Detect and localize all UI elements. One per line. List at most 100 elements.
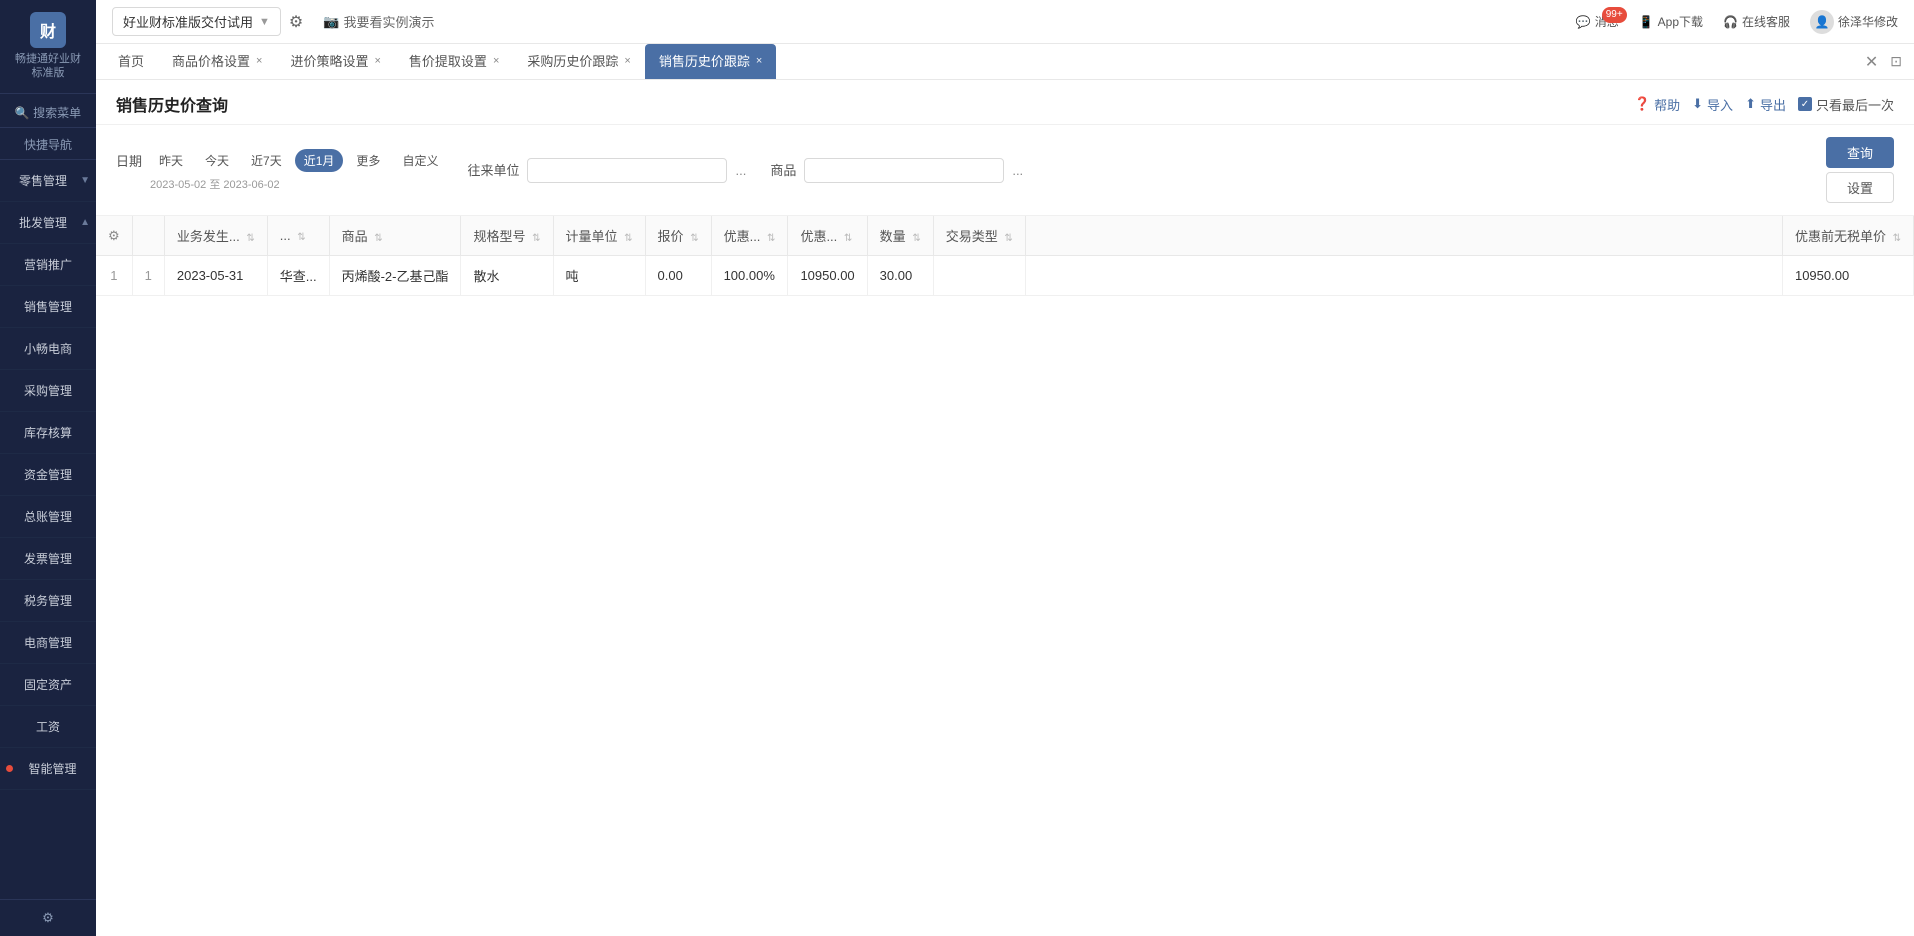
date-btn-1month[interactable]: 近1月 <box>295 149 344 172</box>
tab-home[interactable]: 首页 <box>104 44 158 79</box>
sidebar-logo: 财 畅捷通好业财 标准版 <box>0 0 96 94</box>
tab-purchase-strategy[interactable]: 进价策略设置 × <box>276 44 394 79</box>
row-trade-type <box>933 256 1025 296</box>
col-trade-type[interactable]: 交易类型 ⇅ <box>933 216 1025 256</box>
messages-button[interactable]: 💬 消息 99+ <box>1576 13 1619 30</box>
sidebar-settings-button[interactable]: ⚙ <box>0 899 96 936</box>
help-link[interactable]: ❓ 帮助 <box>1634 95 1680 114</box>
date-btn-7days[interactable]: 近7天 <box>242 149 291 172</box>
col-qty[interactable]: 数量 ⇅ <box>867 216 933 256</box>
date-range-text: 2023-05-02 至 2023-06-02 <box>150 176 447 192</box>
product-dots[interactable]: ... <box>1008 161 1027 180</box>
sidebar-item-purchase[interactable]: 采购管理 <box>0 370 96 412</box>
only-last-checkbox[interactable]: ✓ <box>1798 97 1812 111</box>
row-seq: 1 <box>132 256 164 296</box>
sidebar-item-payroll[interactable]: 工资 <box>0 706 96 748</box>
sidebar-quick-nav[interactable]: 快捷导航 <box>0 128 96 160</box>
query-button[interactable]: 查询 <box>1826 137 1894 168</box>
sort-icon: ⇅ <box>532 233 540 244</box>
date-btn-more[interactable]: 更多 <box>347 149 389 172</box>
logo-icon: 财 <box>30 12 66 48</box>
filter-bar: 日期 昨天 今天 近7天 近1月 更多 自定义 2023-05-02 至 202… <box>96 125 1914 216</box>
sidebar-item-inventory[interactable]: 库存核算 <box>0 412 96 454</box>
sidebar-item-ecommerce[interactable]: 电商管理 <box>0 622 96 664</box>
product-input-group: ... <box>804 158 1027 183</box>
user-profile-button[interactable]: 👤 徐泽华修改 <box>1810 10 1898 34</box>
col-product[interactable]: 商品 ⇅ <box>329 216 461 256</box>
date-btn-yesterday[interactable]: 昨天 <box>150 149 192 172</box>
tab-price-settings[interactable]: 商品价格设置 × <box>158 44 276 79</box>
col-unit[interactable]: 计量单位 ⇅ <box>553 216 645 256</box>
tab-purchase-strategy-close[interactable]: × <box>374 55 380 67</box>
sort-icon: ⇅ <box>297 232 305 243</box>
sidebar-item-retail[interactable]: 零售管理 ▼ <box>0 160 96 202</box>
date-filter-group: 日期 昨天 今天 近7天 近1月 更多 自定义 2023-05-02 至 202… <box>116 149 447 192</box>
sidebar-item-invoice[interactable]: 发票管理 <box>0 538 96 580</box>
table-body: 1 1 2023-05-31 华查... 丙烯酸-2-乙基己酯 散水 吨 0.0… <box>96 256 1914 296</box>
sidebar-item-tax[interactable]: 税务管理 <box>0 580 96 622</box>
col-extra[interactable]: ... ⇅ <box>267 216 329 256</box>
col-spec[interactable]: 规格型号 ⇅ <box>461 216 553 256</box>
tab-sales-history-close[interactable]: × <box>756 55 762 67</box>
date-buttons: 昨天 今天 近7天 近1月 更多 自定义 <box>150 149 447 172</box>
help-icon: ❓ <box>1634 96 1650 112</box>
export-icon: ⬆ <box>1745 96 1756 112</box>
table-row: 1 1 2023-05-31 华查... 丙烯酸-2-乙基己酯 散水 吨 0.0… <box>96 256 1914 296</box>
sort-icon: ⇅ <box>374 233 382 244</box>
col-seq <box>132 216 164 256</box>
sort-icon: ⇅ <box>690 233 698 244</box>
col-discount2[interactable]: 优惠... ⇅ <box>788 216 867 256</box>
module-selector[interactable]: 好业财标准版交付试用 ▼ <box>112 7 281 36</box>
source-unit-input[interactable] <box>527 158 727 183</box>
topbar-demo-link[interactable]: 📷 我要看实例演示 <box>323 12 434 31</box>
table-gear-icon[interactable]: ⚙ <box>108 228 120 243</box>
col-biz-date[interactable]: 业务发生... ⇅ <box>164 216 267 256</box>
row-spacer <box>1025 256 1782 296</box>
export-link[interactable]: ⬆ 导出 <box>1745 95 1786 114</box>
sidebar-item-ecommerce-small[interactable]: 小畅电商 <box>0 328 96 370</box>
sidebar-item-smart[interactable]: 智能管理 <box>0 748 96 790</box>
tab-purchase-history[interactable]: 采购历史价跟踪 × <box>513 44 644 79</box>
online-service-button[interactable]: 🎧 在线客服 <box>1723 13 1790 30</box>
date-btn-custom[interactable]: 自定义 <box>393 149 447 172</box>
sidebar-item-marketing[interactable]: 营销推广 <box>0 244 96 286</box>
sidebar-item-ledger[interactable]: 总账管理 <box>0 496 96 538</box>
tab-sales-history[interactable]: 销售历史价跟踪 × <box>645 44 776 79</box>
sidebar-item-wholesale[interactable]: 批发管理 ▲ <box>0 202 96 244</box>
tabs-close-window-button[interactable]: ✕ <box>1861 50 1882 74</box>
topbar-settings-icon[interactable]: ⚙ <box>289 12 303 32</box>
tab-purchase-history-close[interactable]: × <box>624 55 630 67</box>
row-product: 丙烯酸-2-乙基己酯 <box>329 256 461 296</box>
filter-settings-button[interactable]: 设置 <box>1826 172 1894 203</box>
import-link[interactable]: ⬇ 导入 <box>1692 95 1733 114</box>
page-actions: ❓ 帮助 ⬇ 导入 ⬆ 导出 ✓ 只看最后一次 <box>1634 95 1894 114</box>
date-options: 昨天 今天 近7天 近1月 更多 自定义 2023-05-02 至 2023-0… <box>150 149 447 192</box>
main-wrapper: 好业财标准版交付试用 ▼ ⚙ 📷 我要看实例演示 💬 消息 99+ 📱 App下… <box>96 0 1914 936</box>
row-biz-date: 2023-05-31 <box>164 256 267 296</box>
col-pretax-price[interactable]: 优惠前无税单价 ⇅ <box>1782 216 1913 256</box>
sort-icon: ⇅ <box>767 233 775 244</box>
product-input[interactable] <box>804 158 1004 183</box>
col-settings[interactable]: ⚙ <box>96 216 132 256</box>
col-discount1[interactable]: 优惠... ⇅ <box>711 216 788 256</box>
tab-sale-price-close[interactable]: × <box>493 55 499 67</box>
source-unit-label: 往来单位 <box>467 160 519 179</box>
tabs-maximize-button[interactable]: ⊡ <box>1886 51 1906 72</box>
source-unit-dots[interactable]: ... <box>731 161 750 180</box>
sidebar-search[interactable]: 🔍 搜索菜单 <box>0 94 96 128</box>
sidebar-item-finance[interactable]: 资金管理 <box>0 454 96 496</box>
tab-price-settings-close[interactable]: × <box>256 55 262 67</box>
tab-sale-price[interactable]: 售价提取设置 × <box>395 44 513 79</box>
date-btn-today[interactable]: 今天 <box>196 149 238 172</box>
col-price[interactable]: 报价 ⇅ <box>645 216 711 256</box>
sort-icon: ⇅ <box>912 233 920 244</box>
app-download-button[interactable]: 📱 App下载 <box>1639 13 1703 30</box>
avatar: 👤 <box>1810 10 1834 34</box>
row-discount2: 10950.00 <box>788 256 867 296</box>
data-table: ⚙ 业务发生... ⇅ ... ⇅ 商品 ⇅ <box>96 216 1914 296</box>
only-last-checkbox-label[interactable]: ✓ 只看最后一次 <box>1798 95 1894 114</box>
page-header: 销售历史价查询 ❓ 帮助 ⬇ 导入 ⬆ 导出 ✓ 只看最后一次 <box>96 80 1914 125</box>
sidebar-item-assets[interactable]: 固定资产 <box>0 664 96 706</box>
row-price: 0.00 <box>645 256 711 296</box>
sidebar-item-sales[interactable]: 销售管理 <box>0 286 96 328</box>
